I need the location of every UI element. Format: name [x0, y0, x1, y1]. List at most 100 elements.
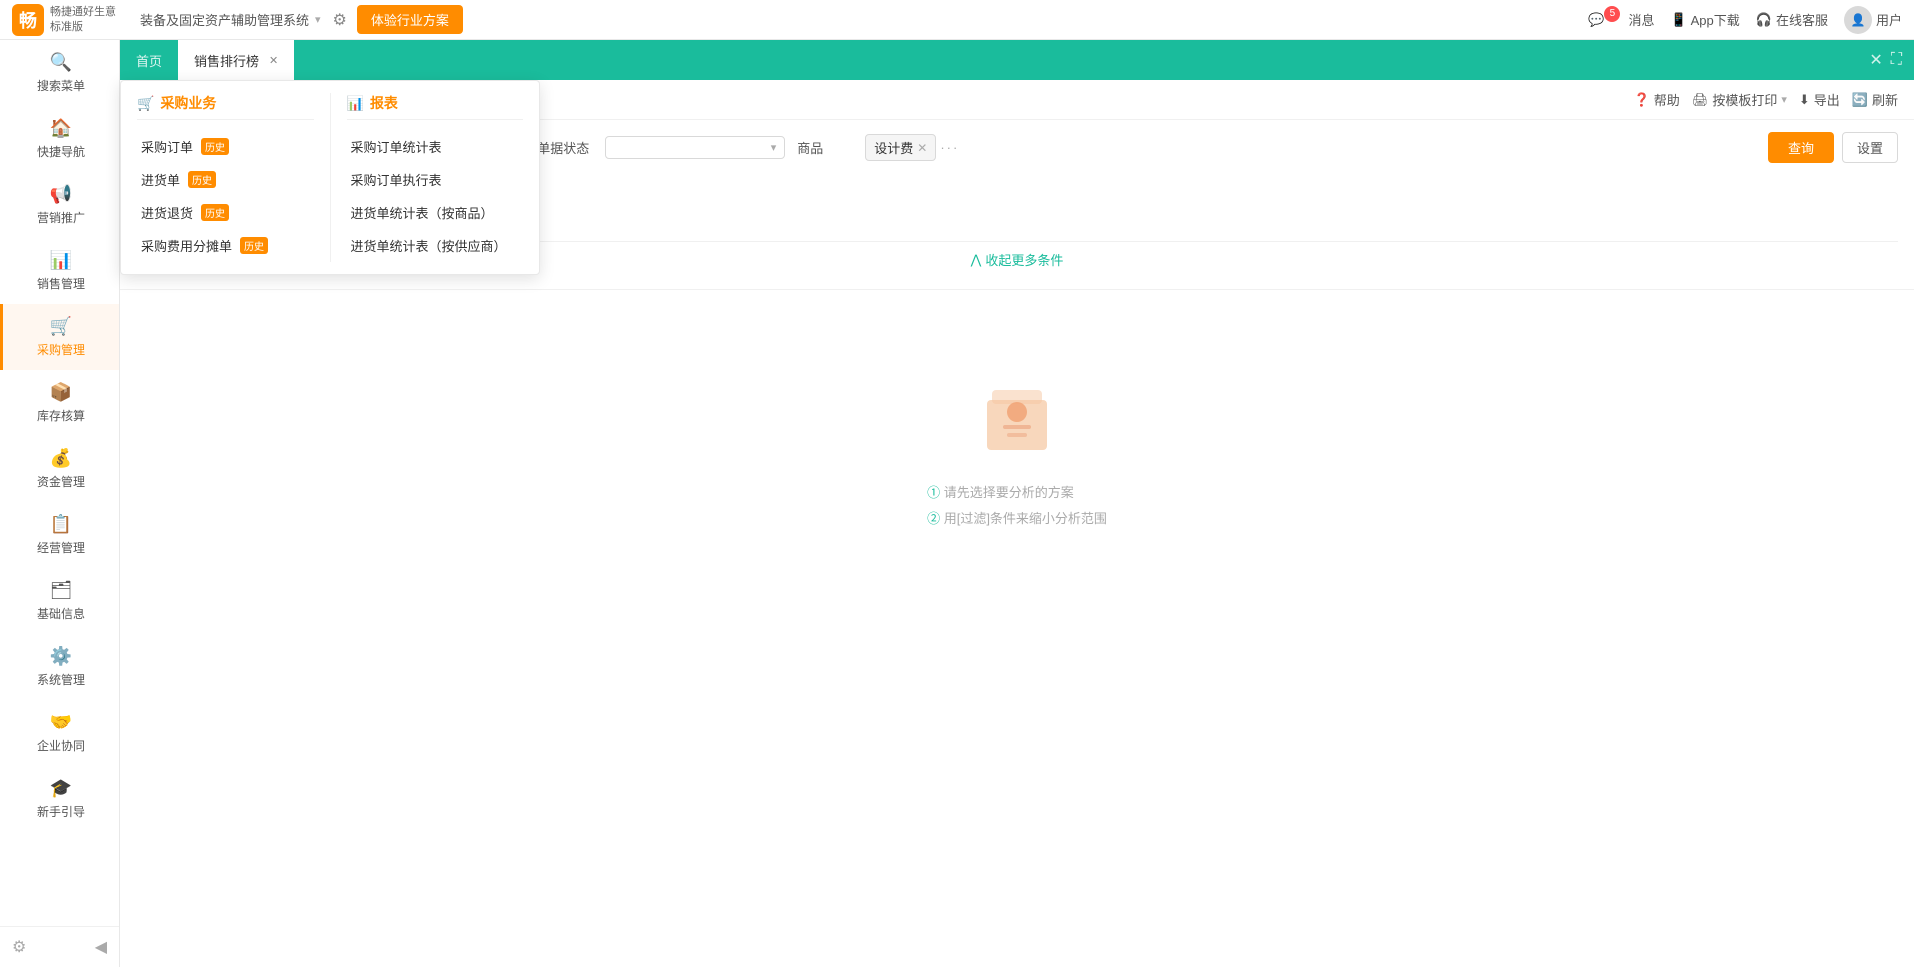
- sidebar-collapse-icon[interactable]: ◀: [95, 937, 107, 957]
- user-label: 用户: [1876, 10, 1902, 29]
- print-icon: 🖨: [1692, 92, 1709, 108]
- message-label: 消息: [1628, 10, 1654, 29]
- title-arrow[interactable]: ▾: [315, 13, 321, 26]
- top-bar-right: 💬 5 消息 📱 App下载 🎧 在线客服 👤 用户: [1588, 6, 1902, 34]
- help-btn[interactable]: ❓ 帮助: [1634, 90, 1680, 109]
- tab-actions: ✕ ⛶: [1857, 50, 1914, 70]
- purchase-order-stat-label: 采购订单统计表: [351, 137, 442, 156]
- tab-home[interactable]: 首页: [120, 40, 178, 80]
- incoming-label: 进货单: [141, 170, 180, 189]
- purchase-order-history: 历史: [201, 138, 229, 155]
- system-icon: ⚙️: [50, 646, 72, 667]
- dropdown-item-purchase-order[interactable]: 采购订单 历史: [137, 130, 314, 163]
- tab-expand-btn[interactable]: ⛶: [1891, 51, 1902, 69]
- report-section: 📊 报表 采购订单统计表 采购订单执行表 进货单统计表（按商品） 进货单统计表（…: [330, 93, 540, 262]
- export-label: 导出: [1814, 90, 1840, 109]
- goods-tag-value: 设计费: [874, 138, 913, 157]
- corp-icon: 🤝: [50, 712, 72, 733]
- dropdown-item-purchase-order-stat[interactable]: 采购订单统计表: [347, 130, 524, 163]
- logo-area: 畅 畅捷通好生意 标准版: [12, 4, 132, 36]
- industry-btn[interactable]: 体验行业方案: [357, 5, 463, 34]
- sidebar-item-label: 基础信息: [37, 605, 85, 622]
- purchase-section-title: 🛒 采购业务: [137, 93, 314, 120]
- sidebar-item-marketing[interactable]: 📢 营销推广: [0, 172, 119, 238]
- settings-icon[interactable]: ⚙: [333, 10, 347, 30]
- online-service-label: 在线客服: [1776, 10, 1828, 29]
- sidebar-item-corp[interactable]: 🤝 企业协同: [0, 700, 119, 766]
- operation-icon: 📋: [50, 514, 72, 535]
- refresh-btn[interactable]: 🔄 刷新: [1852, 90, 1898, 109]
- tab-close-icon[interactable]: ✕: [269, 54, 278, 67]
- logo-text: 畅捷通好生意 标准版: [50, 5, 116, 34]
- dropdown-item-return[interactable]: 进货退货 历史: [137, 196, 314, 229]
- return-history: 历史: [201, 204, 229, 221]
- sidebar-item-sales[interactable]: 📊 销售管理: [0, 238, 119, 304]
- message-badge: 5: [1604, 6, 1620, 22]
- sidebar-item-inventory[interactable]: 📦 库存核算: [0, 370, 119, 436]
- purchase-section-label: 采购业务: [160, 93, 216, 113]
- setting-btn[interactable]: 设置: [1842, 132, 1898, 163]
- logo-icon: 畅: [12, 4, 44, 36]
- sidebar-item-label: 快捷导航: [37, 143, 85, 160]
- sidebar-item-operation[interactable]: 📋 经营管理: [0, 502, 119, 568]
- incoming-stat-supplier-label: 进货单统计表（按供应商）: [351, 236, 507, 255]
- sidebar-item-purchase[interactable]: 🛒 采购管理: [0, 304, 119, 370]
- dropdown-item-incoming[interactable]: 进货单 历史: [137, 163, 314, 196]
- sidebar-item-label: 搜索菜单: [37, 77, 85, 94]
- refresh-icon: 🔄: [1852, 92, 1868, 108]
- sidebar-item-basic[interactable]: 🗂 基础信息: [0, 568, 119, 634]
- sidebar: 🔍 搜索菜单 🏠 快捷导航 📢 营销推广 📊 销售管理 🛒 采购管理 📦 库存核…: [0, 40, 120, 967]
- finance-icon: 💰: [50, 448, 72, 469]
- sidebar-item-label: 系统管理: [37, 671, 85, 688]
- report-section-label: 报表: [370, 93, 398, 113]
- query-btn[interactable]: 查询: [1768, 132, 1834, 163]
- home-icon: 🏠: [50, 118, 72, 139]
- sidebar-item-label: 营销推广: [37, 209, 85, 226]
- sidebar-item-search[interactable]: 🔍 搜索菜单: [0, 40, 119, 106]
- purchase-section-icon: 🛒: [137, 95, 154, 112]
- refresh-label: 刷新: [1872, 90, 1898, 109]
- sidebar-item-label: 销售管理: [37, 275, 85, 292]
- report-section-title: 📊 报表: [347, 93, 524, 120]
- tab-close-btn[interactable]: ✕: [1869, 50, 1882, 70]
- purchase-order-label: 采购订单: [141, 137, 193, 156]
- print-label: 按模板打印: [1712, 90, 1777, 109]
- purchase-dropdown: 🛒 采购业务 采购订单 历史 进货单 历史 进货退货 历史 采购费用分摊单 历史…: [120, 80, 540, 275]
- message-icon: 💬: [1588, 12, 1604, 28]
- app-download-item[interactable]: 📱 App下载: [1670, 10, 1739, 29]
- dropdown-item-incoming-stat-supplier[interactable]: 进货单统计表（按供应商）: [347, 229, 524, 262]
- goods-filter-area: 设计费 ✕ ···: [865, 134, 959, 161]
- sidebar-item-label: 采购管理: [37, 341, 85, 358]
- goods-tag-remove[interactable]: ✕: [917, 141, 927, 155]
- online-service-item[interactable]: 🎧 在线客服: [1756, 10, 1828, 29]
- sidebar-item-guide[interactable]: 🎓 新手引导: [0, 766, 119, 832]
- sidebar-item-finance[interactable]: 💰 资金管理: [0, 436, 119, 502]
- tab-sales-rank[interactable]: 销售排行榜 ✕: [178, 40, 294, 80]
- collapse-arrow-icon: ⋀: [971, 252, 982, 268]
- message-item[interactable]: 💬 5 消息: [1588, 10, 1654, 29]
- voucher-status-select[interactable]: ▾: [605, 136, 785, 159]
- export-btn[interactable]: ⬇ 导出: [1799, 90, 1840, 109]
- goods-label: 商品: [797, 138, 853, 157]
- report-section-icon: 📊: [347, 95, 364, 112]
- phone-icon: 📱: [1670, 12, 1686, 28]
- voucher-status-arrow: ▾: [771, 141, 777, 154]
- dropdown-item-incoming-stat-goods[interactable]: 进货单统计表（按商品）: [347, 196, 524, 229]
- user-item[interactable]: 👤 用户: [1844, 6, 1902, 34]
- sidebar-item-system[interactable]: ⚙️ 系统管理: [0, 634, 119, 700]
- purchase-icon: 🛒: [50, 316, 72, 337]
- basic-icon: 🗂: [50, 580, 73, 601]
- empty-tip1: ① 请先选择要分析的方案: [927, 480, 1107, 506]
- sidebar-item-quicknav[interactable]: 🏠 快捷导航: [0, 106, 119, 172]
- dropdown-item-purchase-order-exec[interactable]: 采购订单执行表: [347, 163, 524, 196]
- tab-home-label: 首页: [136, 51, 162, 70]
- print-arrow[interactable]: ▾: [1781, 93, 1787, 106]
- print-btn[interactable]: 🖨 按模板打印 ▾: [1692, 90, 1787, 109]
- goods-tag: 设计费 ✕: [865, 134, 936, 161]
- app-download-label: App下载: [1691, 10, 1740, 29]
- help-label: 帮助: [1654, 90, 1680, 109]
- system-title-area: 装备及固定资产辅助管理系统 ▾ ⚙: [140, 10, 347, 30]
- sidebar-settings-icon[interactable]: ⚙: [12, 937, 26, 957]
- goods-dots[interactable]: ···: [940, 140, 959, 155]
- dropdown-item-purchase-cost[interactable]: 采购费用分摊单 历史: [137, 229, 314, 262]
